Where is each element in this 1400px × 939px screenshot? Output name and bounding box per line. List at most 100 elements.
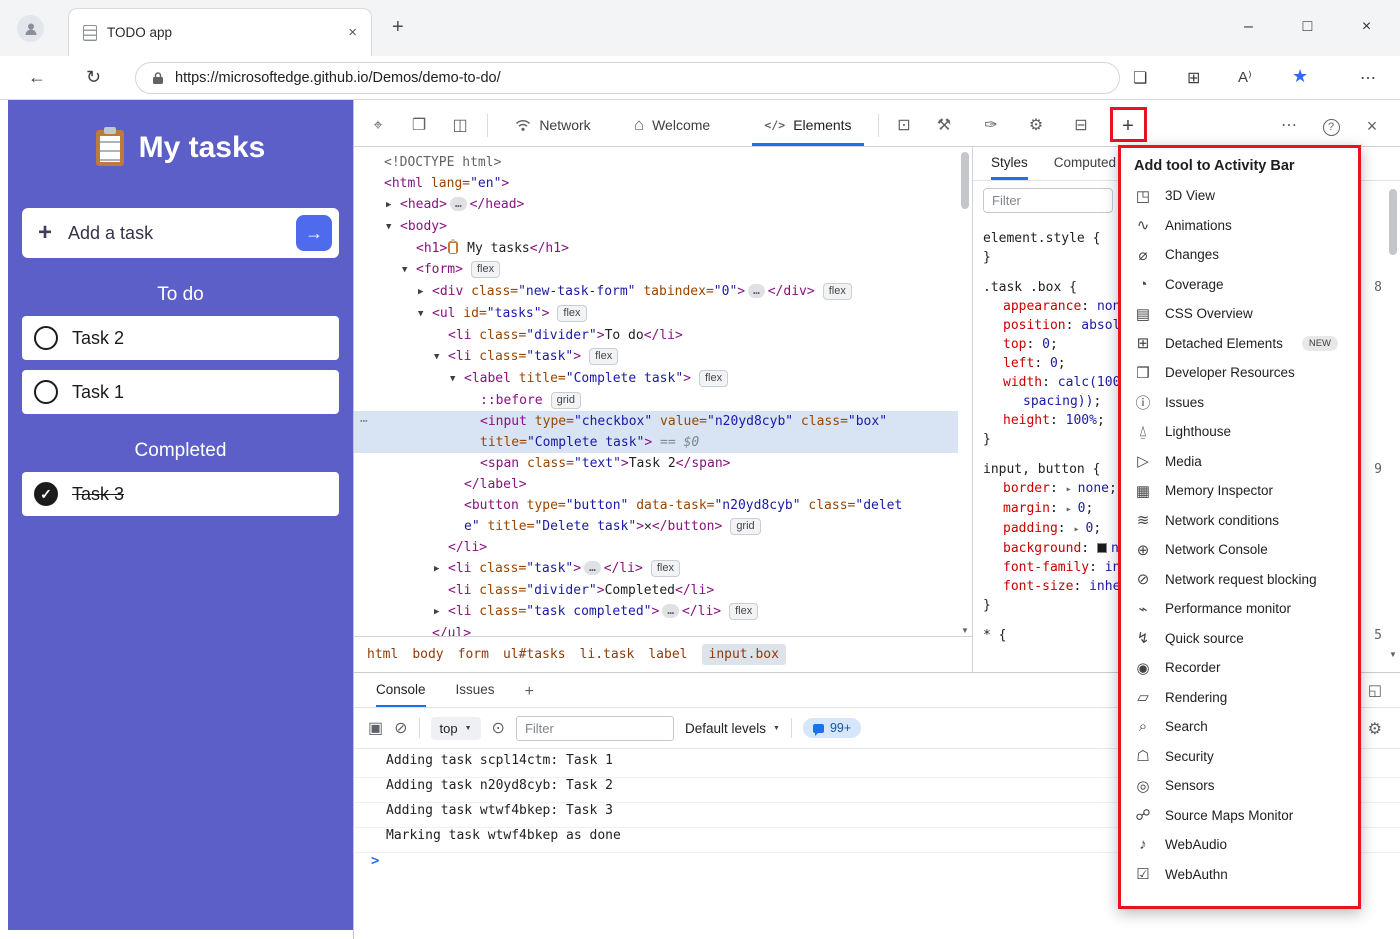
read-aloud-icon[interactable]: A⁾ — [1238, 68, 1252, 86]
breadcrumb-item[interactable]: label — [648, 647, 687, 662]
menu-item-coverage[interactable]: ◔Coverage — [1121, 270, 1358, 300]
flex-badge[interactable]: flex — [823, 283, 852, 300]
console-sidebar-icon[interactable]: ▣ — [368, 718, 383, 738]
expand-arrow-closed-icon[interactable]: ▶ — [434, 559, 448, 580]
device-emulation-icon[interactable]: ❐ — [406, 113, 432, 139]
tab-issues[interactable]: Issues — [456, 682, 495, 707]
expand-arrow-open-icon[interactable]: ▼ — [418, 304, 432, 325]
console-drawer-icon[interactable]: ⊡ — [891, 113, 917, 139]
flex-badge[interactable]: flex — [651, 560, 680, 577]
console-filter-input[interactable] — [516, 716, 674, 741]
dom-tree-node[interactable]: <span class="text">Task 2</span> — [354, 453, 958, 474]
breadcrumb-item[interactable]: html — [367, 647, 398, 662]
address-bar[interactable]: https://microsoftedge.github.io/Demos/de… — [135, 62, 1120, 94]
add-task-submit-button[interactable]: → — [296, 215, 332, 251]
collections-icon[interactable]: ⊞ — [1187, 68, 1200, 88]
menu-item-recorder[interactable]: ◉Recorder — [1121, 653, 1358, 683]
help-icon[interactable]: ? — [1318, 113, 1344, 139]
context-selector[interactable]: top ▼ — [431, 717, 481, 740]
dom-tree-node[interactable]: <!DOCTYPE html> — [354, 152, 958, 173]
console-settings-icon[interactable]: ⚙ — [1368, 719, 1382, 739]
devtools-close-icon[interactable]: × — [1359, 113, 1385, 139]
menu-item-network-console[interactable]: ⊕Network Console — [1121, 535, 1358, 565]
scrollbar-down-arrow[interactable]: ▼ — [958, 626, 972, 635]
menu-item-performance-monitor[interactable]: ⌁Performance monitor — [1121, 594, 1358, 624]
menu-item-network-conditions[interactable]: ≋Network conditions — [1121, 506, 1358, 536]
dom-tree-node[interactable]: <button type="button" data-task="n20yd8c… — [354, 495, 958, 537]
styles-scrollbar[interactable]: ▼ — [1386, 147, 1400, 660]
dom-tree-node[interactable]: </li> — [354, 537, 958, 558]
tab-elements[interactable]: </> Elements — [752, 104, 864, 146]
menu-item-3d-view[interactable]: ◳3D View — [1121, 181, 1358, 211]
web-capture-icon[interactable]: ❏ — [1133, 68, 1147, 88]
breadcrumb-item[interactable]: body — [412, 647, 443, 662]
new-tab-button[interactable]: + — [392, 16, 404, 39]
menu-item-search[interactable]: ⌕Search — [1121, 712, 1358, 742]
expand-arrow-closed-icon[interactable]: ▶ — [386, 195, 400, 216]
debugger-icon[interactable]: ⚒ — [931, 113, 957, 139]
back-button[interactable]: ← — [28, 67, 46, 88]
dom-tree-node[interactable]: ▶<li class="task">…</li>flex — [354, 558, 958, 580]
grid-badge[interactable]: grid — [551, 392, 581, 409]
profile-avatar[interactable] — [17, 15, 44, 42]
scrollbar-thumb[interactable] — [1389, 189, 1397, 255]
expand-console-icon[interactable]: ◱ — [1368, 681, 1382, 699]
menu-item-rendering[interactable]: ▱Rendering — [1121, 683, 1358, 713]
browser-menu-icon[interactable]: ⋯ — [1360, 68, 1376, 88]
menu-item-css-overview[interactable]: ▤CSS Overview — [1121, 299, 1358, 329]
tab-welcome[interactable]: ⌂ Welcome — [616, 104, 728, 146]
browser-tab[interactable]: TODO app × — [68, 8, 372, 56]
favorites-star-icon[interactable]: ★ — [1292, 66, 1308, 87]
add-task-field[interactable]: + Add a task → — [22, 208, 339, 258]
styles-filter-input[interactable] — [983, 188, 1113, 213]
more-tools-icon[interactable]: ⋯ — [1276, 113, 1302, 139]
dom-tree-node[interactable]: ⋯<input type="checkbox" value="n20yd8cyb… — [354, 411, 958, 453]
flex-badge[interactable]: flex — [729, 603, 758, 620]
task-row[interactable]: ✓Task 3 — [22, 472, 339, 516]
scrollbar-thumb[interactable] — [961, 152, 969, 209]
grid-badge[interactable]: grid — [730, 518, 760, 535]
menu-item-webaudio[interactable]: ♪WebAudio — [1121, 830, 1358, 860]
expand-arrow-open-icon[interactable]: ▼ — [386, 217, 400, 238]
devtools-settings-icon[interactable]: ⚙ — [1023, 113, 1049, 139]
expand-arrow-open-icon[interactable]: ▼ — [434, 347, 448, 368]
menu-item-security[interactable]: ☖Security — [1121, 742, 1358, 772]
clear-console-icon[interactable]: ⊘ — [394, 718, 407, 738]
dom-tree-node[interactable]: <li class="divider">Completed</li> — [354, 580, 958, 601]
menu-item-source-maps-monitor[interactable]: ☍Source Maps Monitor — [1121, 801, 1358, 831]
dom-tree-node[interactable]: ▼<li class="task">flex — [354, 346, 958, 368]
dom-tree-node[interactable]: ▼<form>flex — [354, 259, 958, 281]
style-source-link[interactable]: 8 — [1374, 278, 1382, 297]
dom-tree-node[interactable]: <li class="divider">To do</li> — [354, 325, 958, 346]
dom-tree-node[interactable]: </label> — [354, 474, 958, 495]
task-checkbox[interactable] — [34, 326, 58, 350]
tab-close-icon[interactable]: × — [348, 24, 357, 41]
dom-tree-node[interactable]: ▼<ul id="tasks">flex — [354, 303, 958, 325]
dom-tree-node[interactable]: <html lang="en"> — [354, 173, 958, 194]
accessibility-tools-icon[interactable]: ✑ — [978, 113, 1004, 139]
breadcrumb-item[interactable]: form — [458, 647, 489, 662]
task-checkbox[interactable] — [34, 380, 58, 404]
color-swatch[interactable] — [1097, 543, 1107, 553]
dom-tree-node[interactable]: ▶<li class="task completed">…</li>flex — [354, 601, 958, 623]
breadcrumb-item[interactable]: li.task — [580, 647, 635, 662]
maximize-button[interactable]: □ — [1278, 6, 1337, 48]
dom-tree-node[interactable]: ▼<label title="Complete task">flex — [354, 368, 958, 390]
menu-item-lighthouse[interactable]: ⍙Lighthouse — [1121, 417, 1358, 447]
dom-tree-node[interactable]: ::beforegrid — [354, 390, 958, 411]
dom-tree-node[interactable]: ▶<head>…</head> — [354, 194, 958, 216]
elements-scrollbar[interactable]: ▼ — [958, 147, 972, 636]
dock-side-icon[interactable]: ⊟ — [1068, 113, 1094, 139]
default-levels-dropdown[interactable]: Default levels ▼ — [685, 721, 780, 736]
dom-tree-node[interactable]: ▼<body> — [354, 216, 958, 238]
expand-arrow-closed-icon[interactable]: ▶ — [434, 602, 448, 623]
flex-badge[interactable]: flex — [589, 348, 618, 365]
breadcrumb-item[interactable]: input.box — [702, 644, 786, 665]
menu-item-memory-inspector[interactable]: ▦Memory Inspector — [1121, 476, 1358, 506]
expand-arrow-open-icon[interactable]: ▼ — [402, 260, 416, 281]
flex-badge[interactable]: flex — [699, 370, 728, 387]
dom-tree-node[interactable]: </ul> — [354, 623, 958, 636]
window-close-button[interactable]: × — [1337, 6, 1396, 48]
refresh-button[interactable]: ↻ — [86, 67, 101, 88]
minimize-button[interactable]: – — [1219, 6, 1278, 48]
